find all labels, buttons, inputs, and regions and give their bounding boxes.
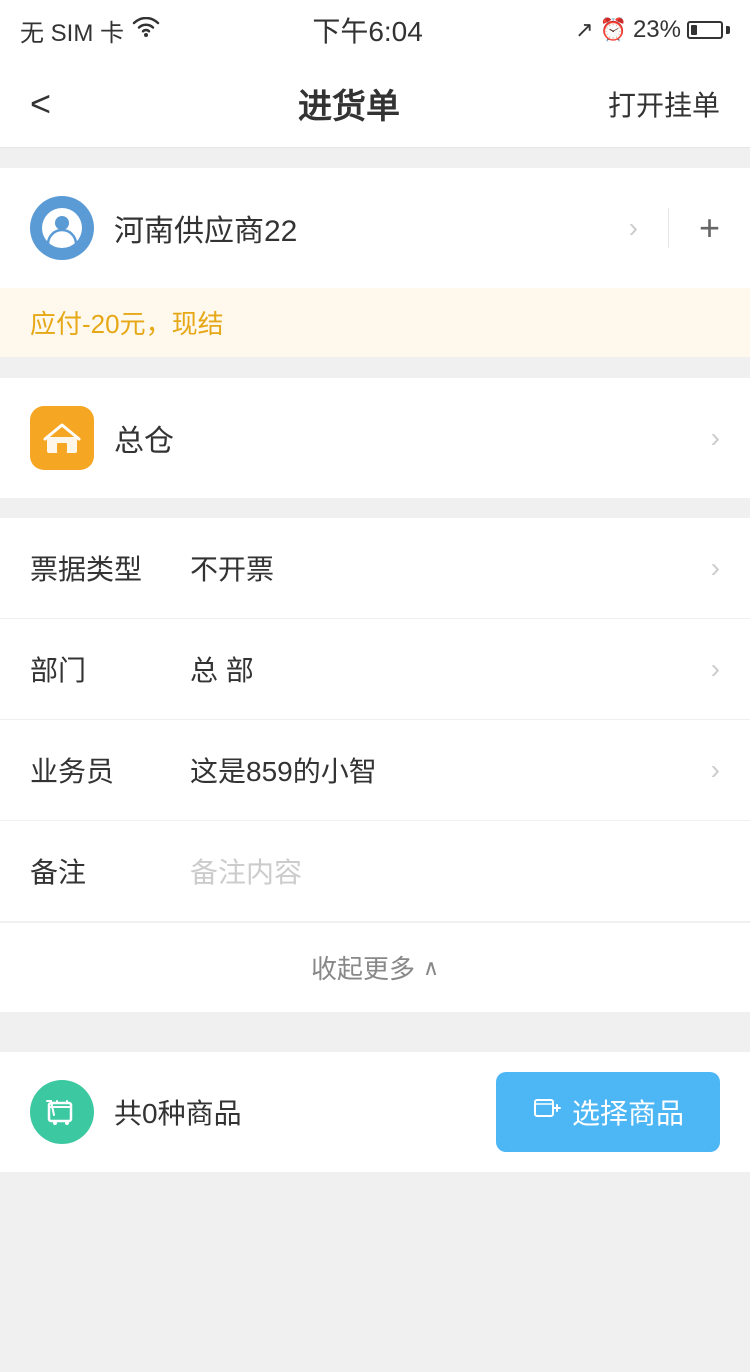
notice-text: 应付-20元，现结 xyxy=(30,309,224,339)
section-gap-2 xyxy=(0,357,750,377)
invoice-type-row[interactable]: 票据类型 不开票 › xyxy=(0,518,750,619)
supplier-avatar xyxy=(30,196,94,260)
department-label: 部门 xyxy=(30,649,150,689)
back-button[interactable]: < xyxy=(30,83,90,125)
department-chevron-icon: › xyxy=(711,653,720,685)
select-btn-label: 选择商品 xyxy=(572,1092,684,1132)
product-icon-wrap xyxy=(30,1080,94,1144)
supplier-chevron-icon: › xyxy=(629,212,638,244)
collapse-label: 收起更多 xyxy=(311,949,415,986)
section-gap-1 xyxy=(0,148,750,168)
location-icon: ↗ xyxy=(575,17,593,43)
status-bar: 无 SIM 卡 下午6:04 ↗ ⏰ 23% xyxy=(0,0,750,60)
warehouse-label: 总仓 xyxy=(114,416,711,460)
notice-bar: 应付-20元，现结 xyxy=(0,288,750,357)
page-title: 进货单 xyxy=(90,79,608,128)
wifi-icon xyxy=(132,16,160,44)
product-count: 共0种商品 xyxy=(114,1092,496,1132)
bottom-bar: 共0种商品 选择商品 xyxy=(0,1052,750,1172)
supplier-avatar-inner xyxy=(42,208,82,248)
remark-label: 备注 xyxy=(30,851,150,891)
alarm-icon: ⏰ xyxy=(600,17,627,43)
select-btn-icon xyxy=(532,1094,562,1131)
section-gap-4 xyxy=(0,1012,750,1032)
remark-input[interactable]: 备注内容 xyxy=(150,851,720,891)
vertical-divider xyxy=(668,208,669,248)
invoice-type-value: 不开票 xyxy=(150,548,711,588)
warehouse-chevron-icon: › xyxy=(711,422,720,454)
salesperson-value: 这是859的小智 xyxy=(150,750,711,790)
page-background xyxy=(0,1172,750,1372)
warehouse-row[interactable]: 总仓 › xyxy=(0,377,750,498)
salesperson-label: 业务员 xyxy=(30,750,150,790)
supplier-row[interactable]: 河南供应商22 › + xyxy=(0,168,750,288)
invoice-type-label: 票据类型 xyxy=(30,548,150,588)
section-gap-3 xyxy=(0,498,750,518)
select-product-button[interactable]: 选择商品 xyxy=(496,1072,720,1152)
collapse-bar[interactable]: 收起更多 ∧ xyxy=(0,922,750,1012)
remark-row[interactable]: 备注 备注内容 xyxy=(0,821,750,922)
nav-bar: < 进货单 打开挂单 xyxy=(0,60,750,148)
battery-percent: 23% xyxy=(633,16,681,44)
battery-icon xyxy=(687,21,730,39)
person-icon xyxy=(44,210,80,246)
sim-label: 无 SIM 卡 xyxy=(20,13,124,48)
status-left: 无 SIM 卡 xyxy=(20,13,160,48)
warehouse-icon-wrap xyxy=(30,406,94,470)
salesperson-chevron-icon: › xyxy=(711,754,720,786)
status-time: 下午6:04 xyxy=(312,10,423,50)
collapse-icon: ∧ xyxy=(423,955,439,981)
form-section: 票据类型 不开票 › 部门 总 部 › 业务员 这是859的小智 › 备注 备注… xyxy=(0,518,750,1012)
warehouse-section: 总仓 › xyxy=(0,377,750,498)
cart-icon xyxy=(43,1093,81,1131)
invoice-type-chevron-icon: › xyxy=(711,552,720,584)
status-right: ↗ ⏰ 23% xyxy=(575,16,730,44)
department-row[interactable]: 部门 总 部 › xyxy=(0,619,750,720)
add-button[interactable]: + xyxy=(699,207,720,249)
supplier-section: 河南供应商22 › + 应付-20元，现结 xyxy=(0,168,750,357)
supplier-name: 河南供应商22 xyxy=(114,206,629,250)
warehouse-icon xyxy=(43,419,81,457)
salesperson-row[interactable]: 业务员 这是859的小智 › xyxy=(0,720,750,821)
open-pending-button[interactable]: 打开挂单 xyxy=(608,84,720,124)
department-value: 总 部 xyxy=(150,649,711,689)
